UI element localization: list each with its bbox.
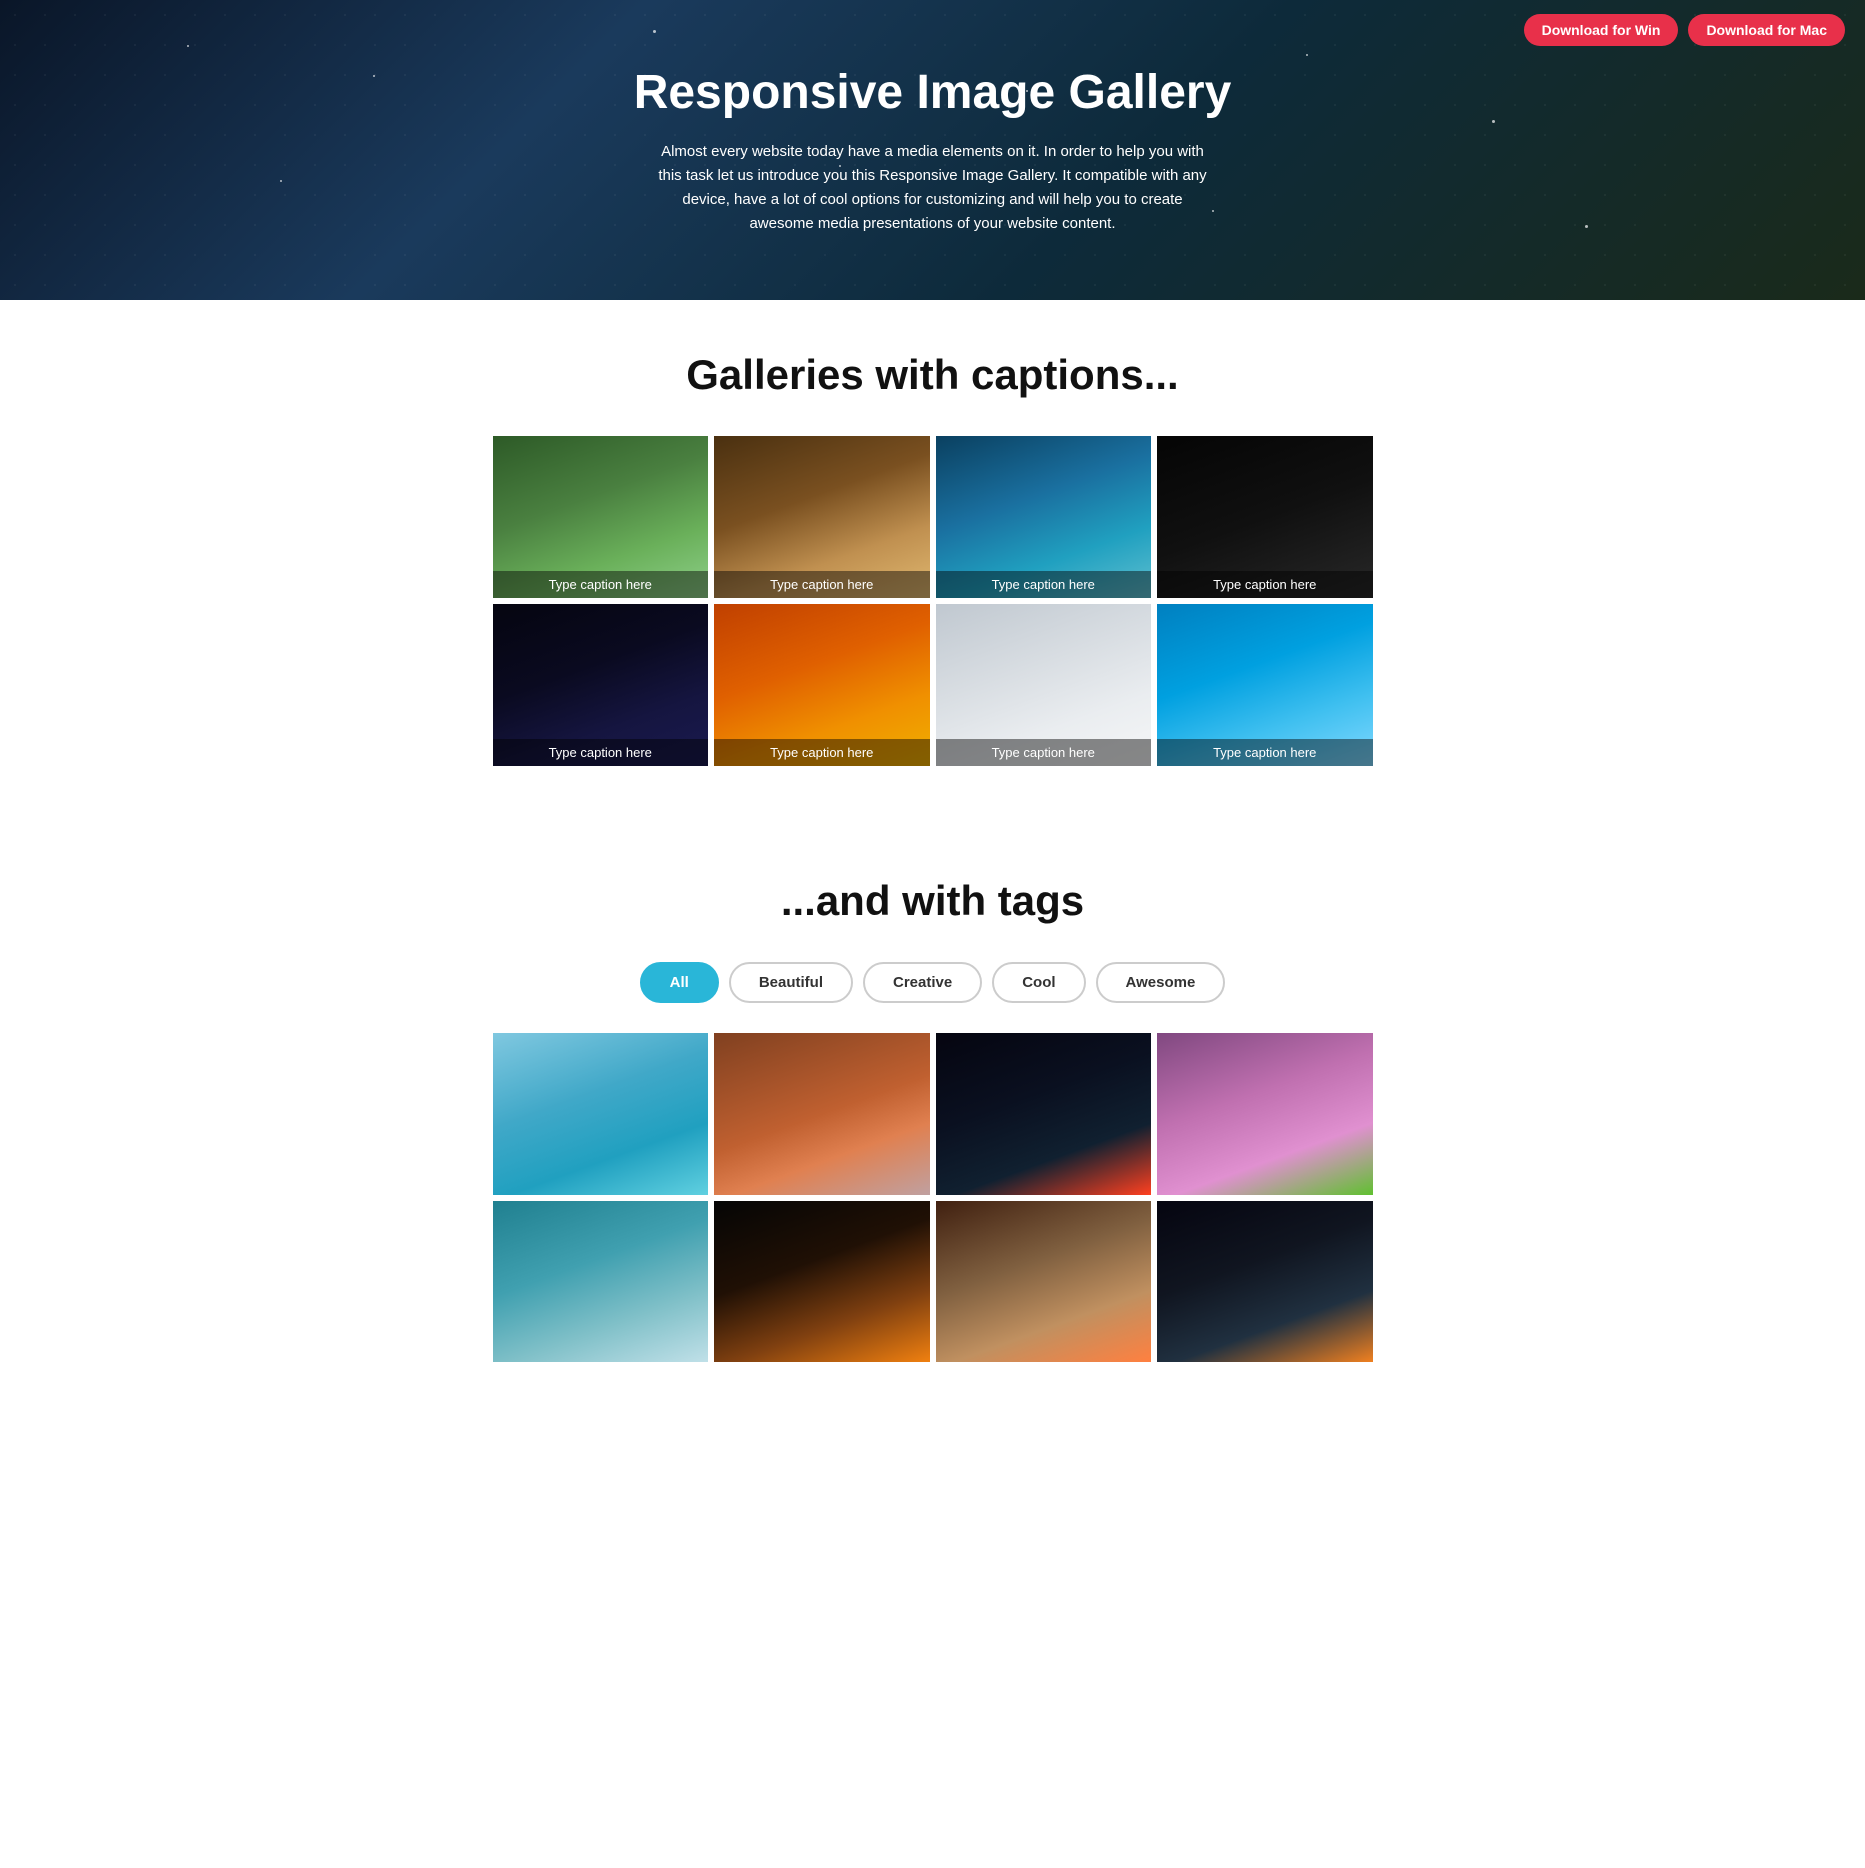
gallery-caption-text: Type caption here — [936, 739, 1152, 766]
captions-section-title: Galleries with captions... — [20, 350, 1845, 400]
gallery-caption-item[interactable]: Type caption here — [936, 604, 1152, 766]
header-description: Almost every website today have a media … — [653, 140, 1213, 236]
gallery-caption-item[interactable]: Type caption here — [493, 604, 709, 766]
tags-gallery-item[interactable] — [1157, 1033, 1373, 1195]
tag-filter-button[interactable]: Beautiful — [729, 962, 853, 1003]
gallery-caption-text: Type caption here — [714, 739, 930, 766]
gallery-caption-item[interactable]: Type caption here — [1157, 436, 1373, 598]
captions-section: Galleries with captions... Type caption … — [0, 300, 1865, 856]
gallery-caption-item[interactable]: Type caption here — [714, 436, 930, 598]
download-mac-button[interactable]: Download for Mac — [1688, 14, 1845, 46]
tag-filter-button[interactable]: Awesome — [1096, 962, 1226, 1003]
tags-gallery-item[interactable] — [493, 1033, 709, 1195]
gallery-caption-text: Type caption here — [1157, 739, 1373, 766]
gallery-caption-text: Type caption here — [1157, 571, 1373, 598]
download-win-button[interactable]: Download for Win — [1524, 14, 1679, 46]
gallery-caption-text: Type caption here — [493, 739, 709, 766]
gallery-caption-text: Type caption here — [714, 571, 930, 598]
header-nav: Download for Win Download for Mac — [1524, 14, 1845, 46]
header-title: Responsive Image Gallery — [634, 65, 1232, 120]
tags-gallery-item[interactable] — [714, 1033, 930, 1195]
gallery-caption-item[interactable]: Type caption here — [714, 604, 930, 766]
tags-gallery-item[interactable] — [936, 1201, 1152, 1363]
tags-section: ...and with tags AllBeautifulCreativeCoo… — [0, 856, 1865, 1403]
gallery-caption-item[interactable]: Type caption here — [1157, 604, 1373, 766]
tags-gallery-item[interactable] — [714, 1201, 930, 1363]
tags-filter-row: AllBeautifulCreativeCool Awesome — [20, 962, 1845, 1003]
gallery-caption-text: Type caption here — [493, 571, 709, 598]
gallery-caption-text: Type caption here — [936, 571, 1152, 598]
gallery-caption-item[interactable]: Type caption here — [493, 436, 709, 598]
tags-gallery-grid — [483, 1033, 1383, 1362]
tags-gallery-item[interactable] — [1157, 1201, 1373, 1363]
tags-gallery-item[interactable] — [936, 1033, 1152, 1195]
tag-filter-button[interactable]: All — [640, 962, 719, 1003]
tag-filter-button[interactable]: Creative — [863, 962, 982, 1003]
tags-section-title: ...and with tags — [20, 876, 1845, 926]
gallery-caption-item[interactable]: Type caption here — [936, 436, 1152, 598]
page-header: Download for Win Download for Mac Respon… — [0, 0, 1865, 300]
tags-gallery-item[interactable] — [493, 1201, 709, 1363]
tag-filter-button[interactable]: Cool — [992, 962, 1085, 1003]
captions-gallery-grid: Type caption here Type caption here Type… — [483, 436, 1383, 765]
